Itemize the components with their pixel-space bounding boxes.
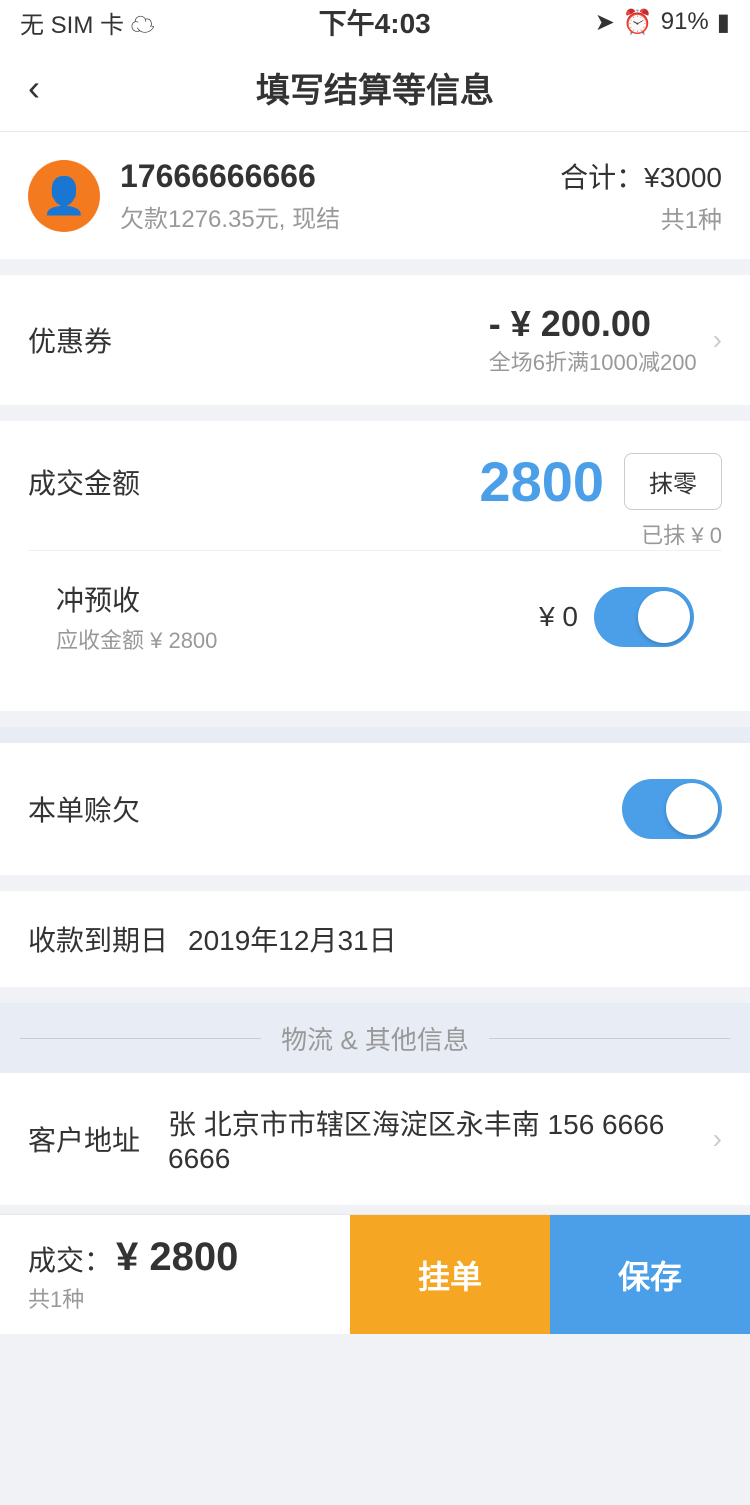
prepay-sub: 应收金额 ¥ 2800 — [56, 623, 217, 655]
customer-left: 👤 17666666666 欠款1276.35元, 现结 — [28, 158, 340, 234]
debt-row: 本单赊欠 — [0, 743, 750, 875]
save-button[interactable]: 保存 — [550, 1215, 750, 1334]
debt-label: 本单赊欠 — [28, 789, 140, 829]
hang-button[interactable]: 挂单 — [350, 1215, 550, 1334]
bottom-bar: 成交： ¥ 2800 共1种 挂单 保存 — [0, 1214, 750, 1334]
logistics-divider: 物流 & 其他信息 — [0, 1003, 750, 1073]
divider-line-right — [489, 1038, 730, 1039]
address-value: 张 北京市市辖区海淀区永丰南 156 6666 6666 — [148, 1103, 713, 1175]
prepay-right: ¥ 0 — [539, 587, 694, 647]
prepay-value: ¥ 0 — [539, 601, 578, 633]
prepay-row: 冲预收 应收金额 ¥ 2800 ¥ 0 — [28, 550, 722, 683]
prepay-label: 冲预收 — [56, 579, 217, 619]
amount-row: 成交金额 2800 抹零 — [28, 449, 722, 514]
alarm-icon: ⏰ — [623, 8, 653, 37]
divider-line-left — [20, 1038, 261, 1039]
due-date-row: 收款到期日 2019年12月31日 — [0, 891, 750, 987]
prepay-toggle[interactable] — [594, 587, 694, 647]
due-label: 收款到期日 — [28, 919, 168, 959]
bottom-transaction-label: 成交： — [28, 1239, 112, 1279]
chevron-right-icon: › — [713, 324, 722, 356]
prepay-toggle-knob — [638, 591, 690, 643]
transaction-sub: 已抹 ¥ 0 — [28, 518, 722, 550]
status-right: ➤ ⏰ 91% ▮ — [595, 8, 730, 37]
separator-1 — [0, 727, 750, 743]
due-value: 2019年12月31日 — [188, 919, 397, 959]
discount-sub: 全场6折满1000减200 — [489, 345, 697, 377]
discount-row[interactable]: 优惠券 - ¥ 200.00 全场6折满1000减200 › — [0, 275, 750, 405]
discount-section: 优惠券 - ¥ 200.00 全场6折满1000减200 › — [0, 275, 750, 405]
debt-toggle[interactable] — [622, 779, 722, 839]
logistics-label: 物流 & 其他信息 — [281, 1020, 469, 1057]
transaction-label: 成交金额 — [28, 462, 140, 502]
nav-bar: ‹ 填写结算等信息 — [0, 44, 750, 132]
customer-card: 👤 17666666666 欠款1276.35元, 现结 合计：¥3000 共1… — [0, 132, 750, 259]
status-time: 下午4:03 — [319, 2, 431, 42]
transaction-section: 成交金额 2800 抹零 已抹 ¥ 0 冲预收 应收金额 ¥ 2800 ¥ 0 — [0, 421, 750, 711]
amount-right: 2800 抹零 — [479, 449, 722, 514]
discount-right: - ¥ 200.00 全场6折满1000减200 › — [489, 303, 722, 377]
customer-total: 合计：¥3000 — [560, 156, 722, 196]
location-icon: ➤ — [595, 8, 615, 37]
status-left: 无 SIM 卡 ☁ — [20, 5, 155, 40]
address-chevron-icon: › — [713, 1123, 722, 1155]
page-title: 填写结算等信息 — [256, 63, 494, 112]
address-label: 客户地址 — [28, 1119, 148, 1159]
customer-count: 共1种 — [560, 200, 722, 235]
status-bar: 无 SIM 卡 ☁ 下午4:03 ➤ ⏰ 91% ▮ — [0, 0, 750, 44]
discount-value-container: - ¥ 200.00 全场6折满1000减200 — [489, 303, 697, 377]
customer-phone: 17666666666 — [120, 158, 340, 195]
bottom-amount: ¥ 2800 — [116, 1235, 238, 1280]
customer-info: 17666666666 欠款1276.35元, 现结 — [120, 158, 340, 234]
bottom-actions: 挂单 保存 — [350, 1215, 750, 1334]
customer-sub: 欠款1276.35元, 现结 — [120, 199, 340, 234]
battery-icon: ▮ — [717, 8, 730, 37]
discount-label: 优惠券 — [28, 320, 148, 360]
discount-value: - ¥ 200.00 — [489, 303, 697, 345]
bottom-count: 共1种 — [28, 1282, 322, 1314]
debt-toggle-knob — [666, 783, 718, 835]
prepay-left: 冲预收 应收金额 ¥ 2800 — [56, 579, 217, 655]
address-row[interactable]: 客户地址 张 北京市市辖区海淀区永丰南 156 6666 6666 › — [0, 1073, 750, 1205]
battery-text: 91% — [661, 8, 709, 36]
transaction-amount: 2800 — [479, 449, 604, 514]
avatar-icon: 👤 — [42, 175, 87, 217]
customer-right: 合计：¥3000 共1种 — [560, 156, 722, 235]
bottom-transaction-row: 成交： ¥ 2800 — [28, 1235, 322, 1280]
back-button[interactable]: ‹ — [28, 67, 40, 109]
avatar: 👤 — [28, 160, 100, 232]
round-button[interactable]: 抹零 — [624, 453, 722, 510]
bottom-summary: 成交： ¥ 2800 共1种 — [0, 1235, 350, 1314]
no-sim-text: 无 SIM 卡 ☁ — [20, 5, 155, 40]
